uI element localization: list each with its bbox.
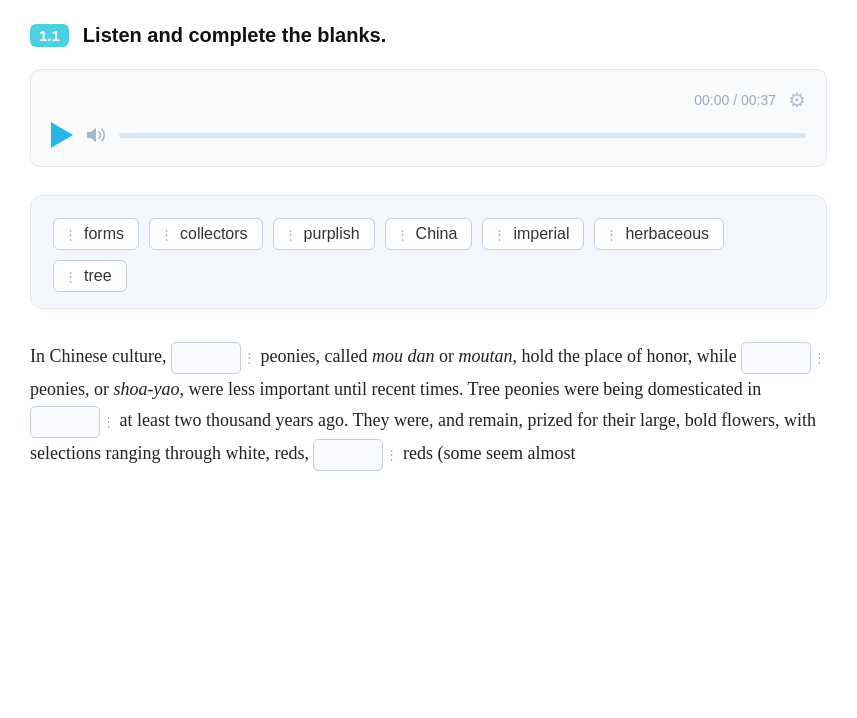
chip-tree[interactable]: ⋮ tree: [53, 260, 127, 292]
chip-handle-forms: ⋮: [64, 227, 78, 242]
chip-label-herbaceous: herbaceous: [625, 225, 709, 243]
blank-2-input[interactable]: [741, 342, 811, 374]
chip-label-purplish: purplish: [304, 225, 360, 243]
passage-text-1: In Chinese culture,: [30, 346, 171, 366]
audio-top: 00:00 / 00:37 ⚙: [51, 88, 806, 112]
play-button[interactable]: [51, 122, 73, 148]
audio-player: 00:00 / 00:37 ⚙: [30, 69, 827, 167]
chip-label-imperial: imperial: [513, 225, 569, 243]
svg-marker-0: [87, 128, 96, 142]
passage-text-2: peonies, called mou dan or moutan, hold …: [260, 346, 741, 366]
time-separator: /: [733, 92, 741, 108]
chip-label-china: China: [416, 225, 458, 243]
audio-controls: [51, 122, 806, 148]
blank-4-container: ⋮: [313, 439, 398, 471]
chip-handle-tree: ⋮: [64, 269, 78, 284]
chip-herbaceous[interactable]: ⋮ herbaceous: [594, 218, 724, 250]
blank-3-container: ⋮: [30, 406, 115, 438]
chip-china[interactable]: ⋮ China: [385, 218, 473, 250]
chip-imperial[interactable]: ⋮ imperial: [482, 218, 584, 250]
blank-4-handle: ⋮: [385, 444, 398, 467]
chip-handle-purplish: ⋮: [284, 227, 298, 242]
chip-collectors[interactable]: ⋮ collectors: [149, 218, 263, 250]
progress-bar[interactable]: [119, 133, 806, 138]
current-time: 00:00: [694, 92, 729, 108]
chip-handle-imperial: ⋮: [493, 227, 507, 242]
chip-purplish[interactable]: ⋮ purplish: [273, 218, 375, 250]
passage: In Chinese culture, ⋮ peonies, called mo…: [30, 341, 827, 471]
section-number: 1.1: [30, 24, 69, 47]
blank-3-input[interactable]: [30, 406, 100, 438]
blank-1-handle: ⋮: [243, 347, 256, 370]
passage-text-5: reds (some seem almost: [403, 443, 575, 463]
gear-icon[interactable]: ⚙: [788, 88, 806, 112]
section-title: Listen and complete the blanks.: [83, 24, 386, 47]
blank-1-input[interactable]: [171, 342, 241, 374]
blank-4-input[interactable]: [313, 439, 383, 471]
chip-label-collectors: collectors: [180, 225, 248, 243]
passage-text-3: peonies, or shoa-yao, were less importan…: [30, 379, 761, 399]
word-bank: ⋮ forms ⋮ collectors ⋮ purplish ⋮ China …: [30, 195, 827, 309]
blank-1-container: ⋮: [171, 342, 256, 374]
chip-handle-collectors: ⋮: [160, 227, 174, 242]
chip-handle-herbaceous: ⋮: [605, 227, 619, 242]
chip-handle-china: ⋮: [396, 227, 410, 242]
chip-forms[interactable]: ⋮ forms: [53, 218, 139, 250]
audio-time: 00:00 / 00:37: [694, 92, 776, 108]
blank-2-container: ⋮: [741, 342, 826, 374]
section-header: 1.1 Listen and complete the blanks.: [30, 24, 827, 47]
blank-2-handle: ⋮: [813, 347, 826, 370]
chip-label-tree: tree: [84, 267, 112, 285]
total-time: 00:37: [741, 92, 776, 108]
blank-3-handle: ⋮: [102, 411, 115, 434]
chip-label-forms: forms: [84, 225, 124, 243]
volume-icon[interactable]: [85, 126, 107, 144]
